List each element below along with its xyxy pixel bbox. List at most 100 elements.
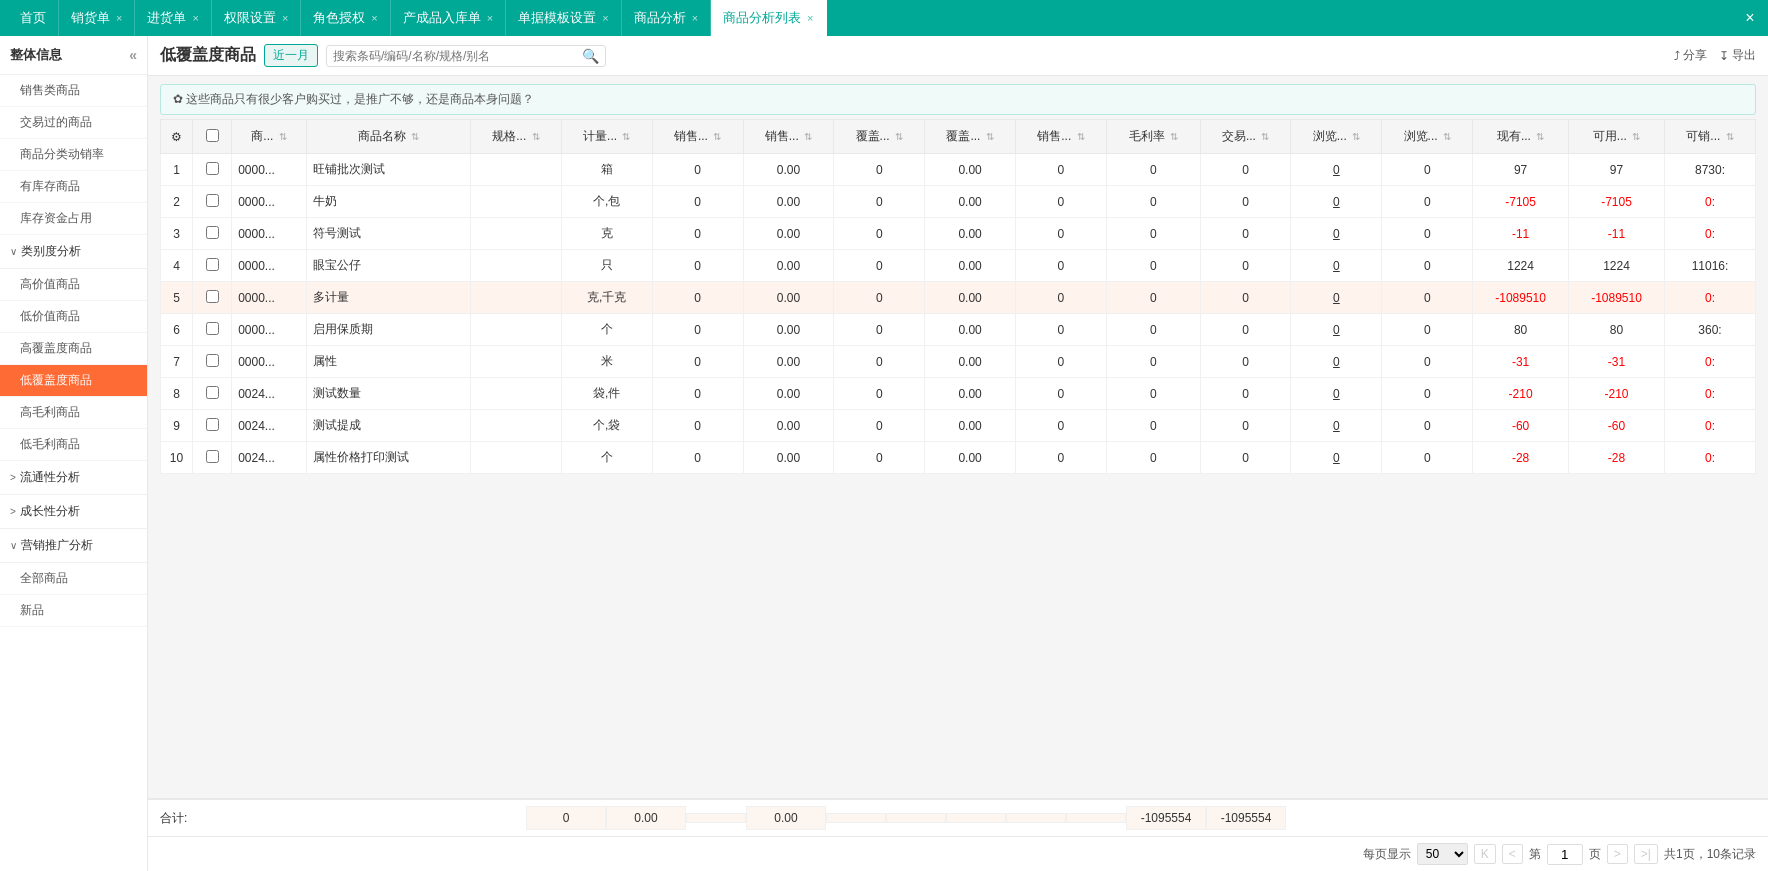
cover2-column-header[interactable]: 覆盖... ⇅ — [925, 120, 1016, 154]
tab-template[interactable]: 单据模板设置 × — [506, 0, 621, 36]
tab-template-close[interactable]: × — [602, 12, 608, 24]
last-page-button[interactable]: >| — [1634, 844, 1658, 864]
tab-purchase-close[interactable]: × — [192, 12, 198, 24]
next-page-button[interactable]: > — [1607, 844, 1628, 864]
row-browse1[interactable]: 0 — [1291, 410, 1382, 442]
row-cover1: 0 — [834, 154, 925, 186]
sidebar-item-traded-goods[interactable]: 交易过的商品 — [0, 107, 147, 139]
gross-rate-column-header[interactable]: 毛利率 ⇅ — [1106, 120, 1200, 154]
tab-sales-close[interactable]: × — [116, 12, 122, 24]
row-sales3: 0 — [1015, 250, 1106, 282]
sidebar-item-high-coverage[interactable]: 高覆盖度商品 — [0, 333, 147, 365]
row-stock1: -11 — [1473, 218, 1569, 250]
close-all-tabs-button[interactable]: × — [1732, 0, 1768, 36]
page-input[interactable] — [1547, 844, 1583, 865]
sidebar-item-sales-goods[interactable]: 销售类商品 — [0, 75, 147, 107]
tab-permission[interactable]: 权限设置 × — [212, 0, 301, 36]
row-browse1[interactable]: 0 — [1291, 346, 1382, 378]
row-browse1[interactable]: 0 — [1291, 378, 1382, 410]
sidebar-item-high-value[interactable]: 高价值商品 — [0, 269, 147, 301]
sidebar-item-low-coverage[interactable]: 低覆盖度商品 — [0, 365, 147, 397]
sidebar-group-category[interactable]: ∨ 类别度分析 — [0, 235, 147, 269]
spec-column-header[interactable]: 规格... ⇅ — [471, 120, 562, 154]
trade-column-header[interactable]: 交易... ⇅ — [1200, 120, 1291, 154]
tab-sales[interactable]: 销货单 × — [59, 0, 135, 36]
row-trade: 0 — [1200, 410, 1291, 442]
browse2-column-header[interactable]: 浏览... ⇅ — [1382, 120, 1473, 154]
total-info: 共1页，10条记录 — [1664, 846, 1756, 863]
browse1-column-header[interactable]: 浏览... ⇅ — [1291, 120, 1382, 154]
tab-role[interactable]: 角色授权 × — [301, 0, 390, 36]
tab-analysis-list[interactable]: 商品分析列表 × — [711, 0, 826, 36]
export-button[interactable]: ↧ 导出 — [1719, 47, 1756, 64]
row-browse1[interactable]: 0 — [1291, 218, 1382, 250]
sidebar-item-stock-capital[interactable]: 库存资金占用 — [0, 203, 147, 235]
checkbox-column-header[interactable] — [193, 120, 232, 154]
sidebar-item-low-gross[interactable]: 低毛利商品 — [0, 429, 147, 461]
row-browse1[interactable]: 0 — [1291, 154, 1382, 186]
unit-column-header[interactable]: 计量... ⇅ — [561, 120, 652, 154]
cover1-column-header[interactable]: 覆盖... ⇅ — [834, 120, 925, 154]
stock3-column-header[interactable]: 可销... ⇅ — [1664, 120, 1755, 154]
total-browse1 — [1006, 813, 1066, 823]
select-all-checkbox[interactable] — [206, 129, 219, 142]
prev-page-button[interactable]: < — [1502, 844, 1523, 864]
sidebar-group-circulation[interactable]: > 流通性分析 — [0, 461, 147, 495]
row-browse1[interactable]: 0 — [1291, 314, 1382, 346]
sidebar-item-stocked-goods[interactable]: 有库存商品 — [0, 171, 147, 203]
page-title: 低覆盖度商品 — [160, 45, 256, 66]
sidebar-item-category-rate[interactable]: 商品分类动销率 — [0, 139, 147, 171]
row-code: 0000... — [232, 314, 307, 346]
row-browse1[interactable]: 0 — [1291, 250, 1382, 282]
tab-analysis-list-close[interactable]: × — [807, 12, 813, 24]
tab-warehouse-close[interactable]: × — [487, 12, 493, 24]
row-unit: 袋,件 — [561, 378, 652, 410]
sidebar-item-all-goods[interactable]: 全部商品 — [0, 563, 147, 595]
row-spec — [471, 442, 562, 474]
tab-warehouse[interactable]: 产成品入库单 × — [391, 0, 506, 36]
sidebar-item-low-value[interactable]: 低价值商品 — [0, 301, 147, 333]
code-column-header[interactable]: 商... ⇅ — [232, 120, 307, 154]
stock1-column-header[interactable]: 现有... ⇅ — [1473, 120, 1569, 154]
row-checkbox[interactable] — [193, 314, 232, 346]
search-input[interactable] — [333, 49, 582, 63]
sales-qty-column-header[interactable]: 销售... ⇅ — [652, 120, 743, 154]
sidebar-item-high-gross[interactable]: 高毛利商品 — [0, 397, 147, 429]
row-checkbox[interactable] — [193, 442, 232, 474]
page-size-select[interactable]: 50 10 20 100 — [1417, 843, 1468, 865]
sidebar-group-marketing[interactable]: ∨ 营销推广分析 — [0, 529, 147, 563]
tab-analysis-close[interactable]: × — [692, 12, 698, 24]
tab-role-close[interactable]: × — [371, 12, 377, 24]
row-checkbox[interactable] — [193, 346, 232, 378]
row-checkbox[interactable] — [193, 186, 232, 218]
sidebar-collapse-button[interactable]: « — [129, 47, 137, 63]
tab-permission-close[interactable]: × — [282, 12, 288, 24]
first-page-button[interactable]: K — [1474, 844, 1496, 864]
settings-column-header[interactable]: ⚙ — [161, 120, 193, 154]
row-browse1[interactable]: 0 — [1291, 282, 1382, 314]
stock2-column-header[interactable]: 可用... ⇅ — [1569, 120, 1665, 154]
row-num: 3 — [161, 218, 193, 250]
tab-analysis[interactable]: 商品分析 × — [622, 0, 711, 36]
row-browse1[interactable]: 0 — [1291, 442, 1382, 474]
row-checkbox[interactable] — [193, 282, 232, 314]
row-sales-qty: 0 — [652, 282, 743, 314]
time-filter-button[interactable]: 近一月 — [264, 44, 318, 67]
row-checkbox[interactable] — [193, 218, 232, 250]
sidebar-item-new-goods[interactable]: 新品 — [0, 595, 147, 627]
row-checkbox[interactable] — [193, 378, 232, 410]
sales3-column-header[interactable]: 销售... ⇅ — [1015, 120, 1106, 154]
tab-home[interactable]: 首页 — [8, 0, 59, 36]
row-unit: 个,包 — [561, 186, 652, 218]
row-browse1[interactable]: 0 — [1291, 186, 1382, 218]
sidebar-group-growth[interactable]: > 成长性分析 — [0, 495, 147, 529]
share-icon: ⤴ — [1674, 49, 1680, 63]
row-checkbox[interactable] — [193, 154, 232, 186]
tab-purchase[interactable]: 进货单 × — [135, 0, 211, 36]
row-checkbox[interactable] — [193, 410, 232, 442]
name-column-header[interactable]: 商品名称 ⇅ — [306, 120, 470, 154]
share-button[interactable]: ⤴ 分享 — [1674, 47, 1707, 64]
row-checkbox[interactable] — [193, 250, 232, 282]
row-sales-amt: 0.00 — [743, 314, 834, 346]
sales-amt-column-header[interactable]: 销售... ⇅ — [743, 120, 834, 154]
